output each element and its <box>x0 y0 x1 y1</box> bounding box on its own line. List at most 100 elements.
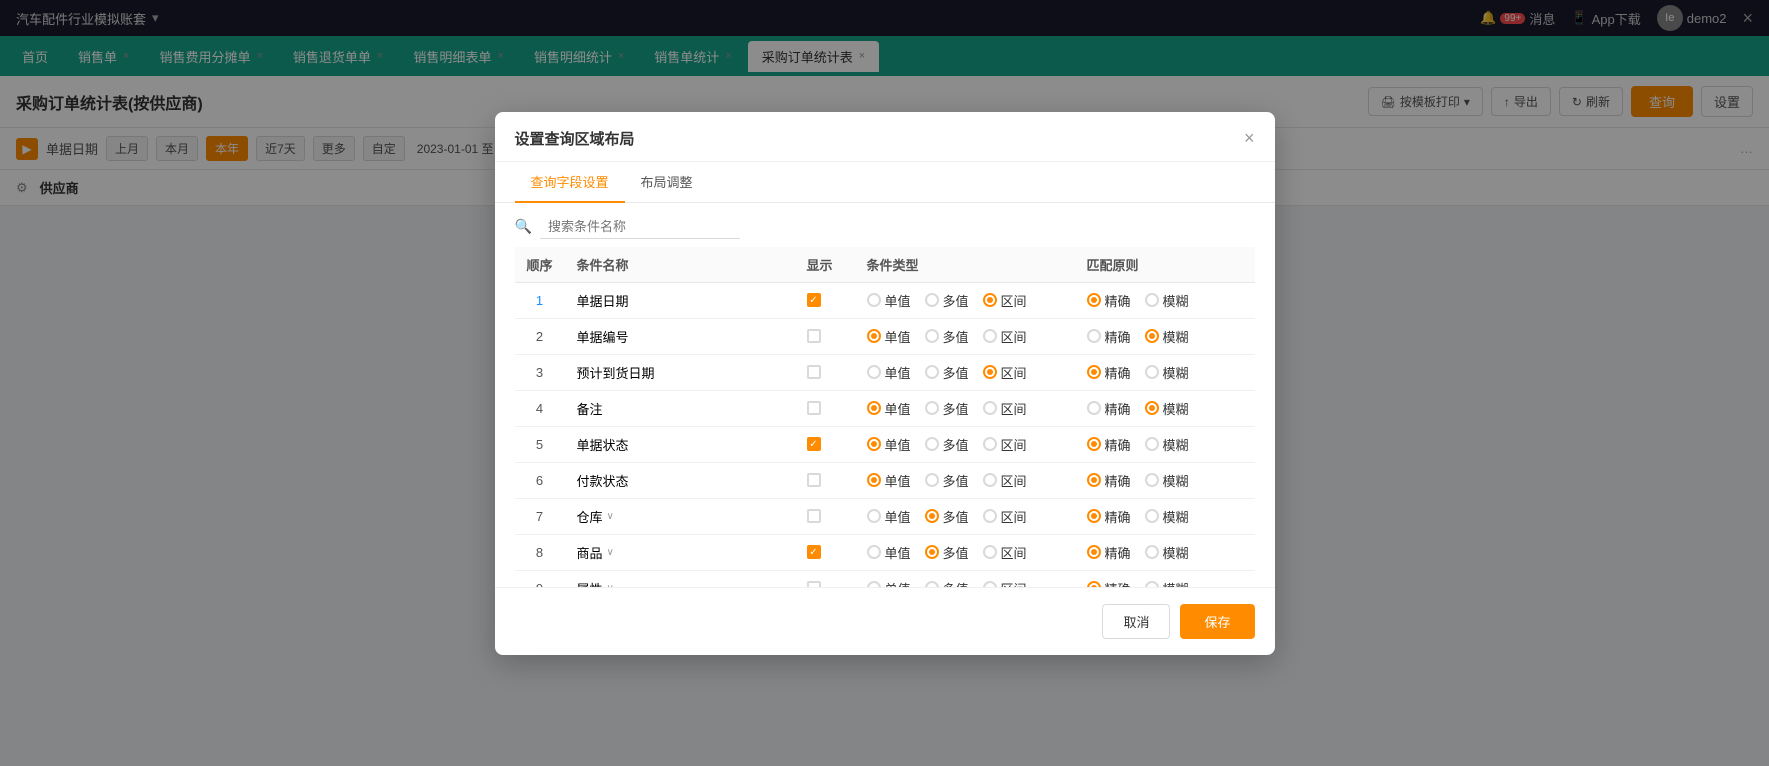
match-exact-radio[interactable]: 精确 <box>1087 291 1131 310</box>
show-checkbox[interactable] <box>807 293 821 307</box>
type-single-radio[interactable]: 单值 <box>867 471 911 490</box>
cell-show[interactable] <box>795 570 855 587</box>
radio-circle[interactable] <box>983 401 997 415</box>
cell-show[interactable] <box>795 282 855 318</box>
dialog-close-btn[interactable]: × <box>1244 129 1255 147</box>
type-single-radio[interactable]: 单值 <box>867 507 911 526</box>
type-multi-radio[interactable]: 多值 <box>925 543 969 562</box>
match-exact-radio[interactable]: 精确 <box>1087 327 1131 346</box>
match-fuzzy-radio[interactable]: 模糊 <box>1145 471 1189 490</box>
match-exact-radio[interactable]: 精确 <box>1087 543 1131 562</box>
radio-circle[interactable] <box>1145 509 1159 523</box>
save-btn[interactable]: 保存 <box>1180 604 1254 639</box>
match-fuzzy-radio[interactable]: 模糊 <box>1145 579 1189 587</box>
match-fuzzy-radio[interactable]: 模糊 <box>1145 399 1189 418</box>
match-exact-radio[interactable]: 精确 <box>1087 471 1131 490</box>
type-single-radio[interactable]: 单值 <box>867 435 911 454</box>
cell-show[interactable] <box>795 318 855 354</box>
type-single-radio[interactable]: 单值 <box>867 399 911 418</box>
match-exact-radio[interactable]: 精确 <box>1087 435 1131 454</box>
cell-show[interactable] <box>795 462 855 498</box>
radio-circle[interactable] <box>867 509 881 523</box>
radio-circle[interactable] <box>1145 545 1159 559</box>
radio-circle[interactable] <box>867 437 881 451</box>
type-multi-radio[interactable]: 多值 <box>925 327 969 346</box>
radio-circle[interactable] <box>925 473 939 487</box>
radio-circle[interactable] <box>983 545 997 559</box>
type-single-radio[interactable]: 单值 <box>867 291 911 310</box>
type-range-radio[interactable]: 区间 <box>983 543 1027 562</box>
show-checkbox[interactable] <box>807 473 821 487</box>
radio-circle[interactable] <box>925 329 939 343</box>
match-exact-radio[interactable]: 精确 <box>1087 507 1131 526</box>
radio-circle[interactable] <box>1087 437 1101 451</box>
show-checkbox[interactable] <box>807 401 821 415</box>
radio-circle[interactable] <box>1145 293 1159 307</box>
radio-circle[interactable] <box>1087 545 1101 559</box>
radio-circle[interactable] <box>867 545 881 559</box>
radio-circle[interactable] <box>1087 365 1101 379</box>
radio-circle[interactable] <box>983 437 997 451</box>
radio-circle[interactable] <box>1145 473 1159 487</box>
type-range-radio[interactable]: 区间 <box>983 471 1027 490</box>
search-input[interactable] <box>540 215 740 239</box>
match-fuzzy-radio[interactable]: 模糊 <box>1145 327 1189 346</box>
match-fuzzy-radio[interactable]: 模糊 <box>1145 507 1189 526</box>
type-multi-radio[interactable]: 多值 <box>925 579 969 587</box>
match-fuzzy-radio[interactable]: 模糊 <box>1145 291 1189 310</box>
radio-circle[interactable] <box>1145 329 1159 343</box>
type-multi-radio[interactable]: 多值 <box>925 399 969 418</box>
radio-circle[interactable] <box>1145 401 1159 415</box>
cell-show[interactable] <box>795 426 855 462</box>
type-range-radio[interactable]: 区间 <box>983 579 1027 587</box>
radio-circle[interactable] <box>983 473 997 487</box>
show-checkbox[interactable] <box>807 365 821 379</box>
type-single-radio[interactable]: 单值 <box>867 327 911 346</box>
tab-fields[interactable]: 查询字段设置 <box>515 162 625 203</box>
cell-show[interactable] <box>795 498 855 534</box>
type-single-radio[interactable]: 单值 <box>867 363 911 382</box>
show-checkbox[interactable] <box>807 437 821 451</box>
type-range-radio[interactable]: 区间 <box>983 399 1027 418</box>
radio-circle[interactable] <box>983 329 997 343</box>
type-multi-radio[interactable]: 多值 <box>925 471 969 490</box>
radio-circle[interactable] <box>867 401 881 415</box>
radio-circle[interactable] <box>983 509 997 523</box>
radio-circle[interactable] <box>925 365 939 379</box>
type-range-radio[interactable]: 区间 <box>983 507 1027 526</box>
type-multi-radio[interactable]: 多值 <box>925 363 969 382</box>
type-multi-radio[interactable]: 多值 <box>925 507 969 526</box>
radio-circle[interactable] <box>983 365 997 379</box>
radio-circle[interactable] <box>1145 365 1159 379</box>
show-checkbox[interactable] <box>807 329 821 343</box>
type-range-radio[interactable]: 区间 <box>983 435 1027 454</box>
radio-circle[interactable] <box>867 329 881 343</box>
radio-circle[interactable] <box>1087 293 1101 307</box>
radio-circle[interactable] <box>1087 401 1101 415</box>
radio-circle[interactable] <box>1087 329 1101 343</box>
radio-circle[interactable] <box>925 509 939 523</box>
type-range-radio[interactable]: 区间 <box>983 327 1027 346</box>
tab-layout[interactable]: 布局调整 <box>625 162 709 203</box>
type-range-radio[interactable]: 区间 <box>983 291 1027 310</box>
radio-circle[interactable] <box>925 401 939 415</box>
cell-show[interactable] <box>795 390 855 426</box>
match-fuzzy-radio[interactable]: 模糊 <box>1145 543 1189 562</box>
match-exact-radio[interactable]: 精确 <box>1087 579 1131 587</box>
match-fuzzy-radio[interactable]: 模糊 <box>1145 435 1189 454</box>
cell-show[interactable] <box>795 534 855 570</box>
match-fuzzy-radio[interactable]: 模糊 <box>1145 363 1189 382</box>
radio-circle[interactable] <box>1087 509 1101 523</box>
show-checkbox[interactable] <box>807 545 821 559</box>
radio-circle[interactable] <box>925 293 939 307</box>
radio-circle[interactable] <box>1087 473 1101 487</box>
match-exact-radio[interactable]: 精确 <box>1087 399 1131 418</box>
cancel-btn[interactable]: 取消 <box>1102 604 1170 639</box>
match-exact-radio[interactable]: 精确 <box>1087 363 1131 382</box>
radio-circle[interactable] <box>867 293 881 307</box>
radio-circle[interactable] <box>867 365 881 379</box>
type-multi-radio[interactable]: 多值 <box>925 435 969 454</box>
type-single-radio[interactable]: 单值 <box>867 543 911 562</box>
cell-show[interactable] <box>795 354 855 390</box>
type-multi-radio[interactable]: 多值 <box>925 291 969 310</box>
